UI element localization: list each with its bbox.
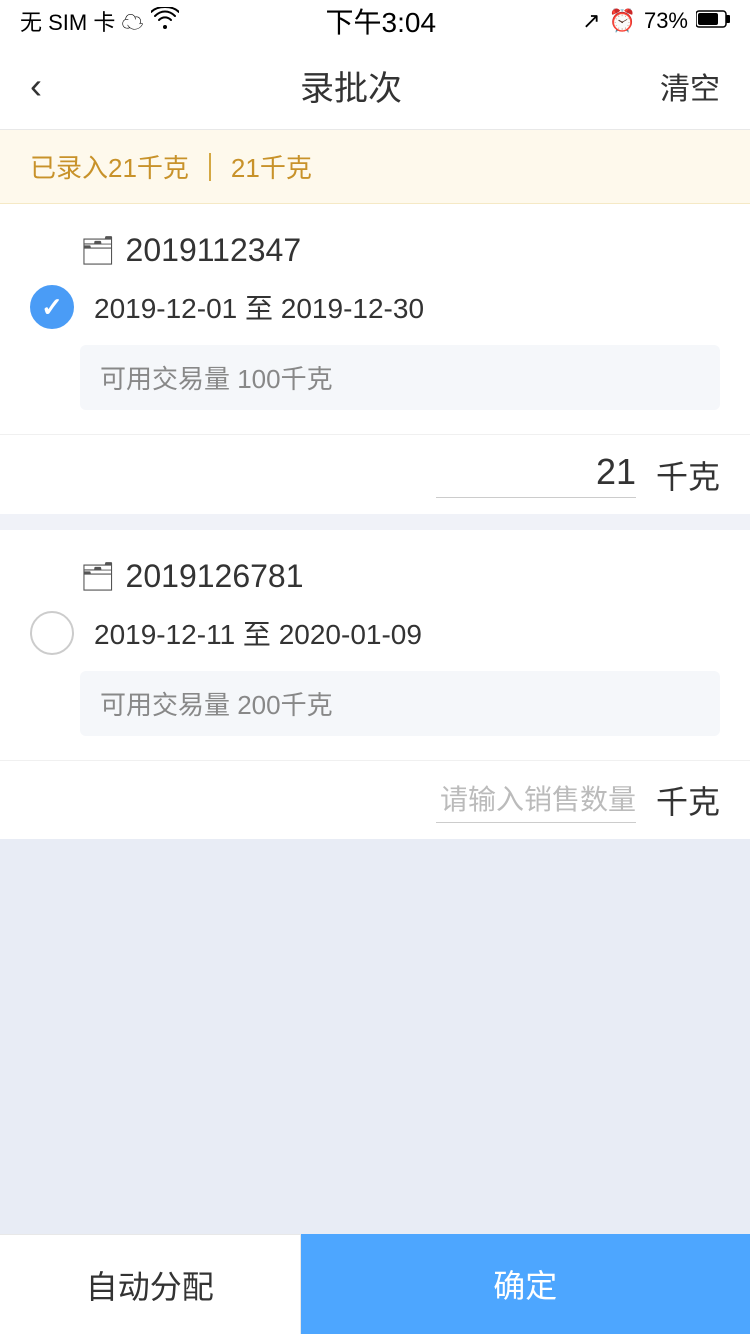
- batch-card-1: 🗂 2019112347 2019-12-01 至 2019-12-30 可用交…: [0, 204, 750, 514]
- batch-separator: [0, 514, 750, 530]
- back-button[interactable]: ‹: [30, 65, 42, 107]
- batch-id-1: 2019112347: [126, 232, 302, 269]
- confirm-button[interactable]: 确定: [301, 1234, 750, 1334]
- nav-bar: ‹ 录批次 清空: [0, 42, 750, 130]
- wifi-icon: [151, 7, 179, 35]
- banner-divider: [209, 153, 211, 181]
- batch-date-2: 2019-12-11 至 2020-01-09: [94, 613, 422, 653]
- auto-distribute-button[interactable]: 自动分配: [0, 1234, 301, 1334]
- batch-card-2: 🗂 2019126781 2019-12-11 至 2020-01-09 可用交…: [0, 530, 750, 839]
- page-title: 录批次: [300, 61, 402, 110]
- batch-doc-icon-1: 🗂: [80, 234, 116, 267]
- available-qty-box-2: 可用交易量 200千克: [80, 671, 720, 736]
- qty-underline-1: 21: [436, 451, 636, 498]
- battery-text: 73%: [644, 8, 688, 34]
- qty-value-1: 21: [596, 451, 636, 492]
- available-qty-box-1: 可用交易量 100千克: [80, 345, 720, 410]
- bottom-bar: 自动分配 确定: [0, 1234, 750, 1334]
- location-icon: ↗: [582, 8, 600, 34]
- batch-header-1: 🗂 2019112347: [0, 204, 750, 277]
- batch-row-2: 2019-12-11 至 2020-01-09: [0, 603, 750, 663]
- batch-header-2: 🗂 2019126781: [0, 530, 750, 603]
- page-content: 已录入21千克 21千克 🗂 2019112347 2019-12-01 至 2…: [0, 130, 750, 1269]
- radio-btn-2[interactable]: [30, 611, 74, 655]
- battery-icon: [696, 8, 730, 34]
- empty-area: [0, 839, 750, 1269]
- recorded-qty-value: 21千克: [231, 148, 312, 185]
- recorded-qty-label: 已录入21千克: [30, 148, 189, 185]
- batch-id-2: 2019126781: [126, 558, 304, 595]
- info-banner: 已录入21千克 21千克: [0, 130, 750, 204]
- status-left: 无 SIM 卡 ☁: [20, 5, 179, 37]
- status-time: 下午3:04: [326, 1, 437, 41]
- qty-unit-1: 千克: [656, 452, 720, 498]
- no-sim-text: 无 SIM 卡 ☁: [20, 5, 143, 37]
- qty-placeholder-2: 请输入销售数量: [440, 784, 636, 815]
- available-qty-text-1: 可用交易量 100千克: [100, 364, 333, 394]
- batch-date-1: 2019-12-01 至 2019-12-30: [94, 287, 424, 327]
- available-qty-text-2: 可用交易量 200千克: [100, 690, 333, 720]
- status-bar: 无 SIM 卡 ☁ 下午3:04 ↗ ⏰ 73%: [0, 0, 750, 42]
- qty-underline-2[interactable]: 请输入销售数量: [436, 778, 636, 823]
- clear-button[interactable]: 清空: [660, 64, 720, 108]
- radio-btn-1[interactable]: [30, 285, 74, 329]
- qty-input-row-1: 21 千克: [0, 434, 750, 514]
- batch-row-1: 2019-12-01 至 2019-12-30: [0, 277, 750, 337]
- alarm-icon: ⏰: [609, 8, 636, 34]
- qty-unit-2: 千克: [656, 777, 720, 823]
- batch-doc-icon-2: 🗂: [80, 560, 116, 593]
- qty-input-row-2[interactable]: 请输入销售数量 千克: [0, 760, 750, 839]
- status-right: ↗ ⏰ 73%: [582, 8, 730, 34]
